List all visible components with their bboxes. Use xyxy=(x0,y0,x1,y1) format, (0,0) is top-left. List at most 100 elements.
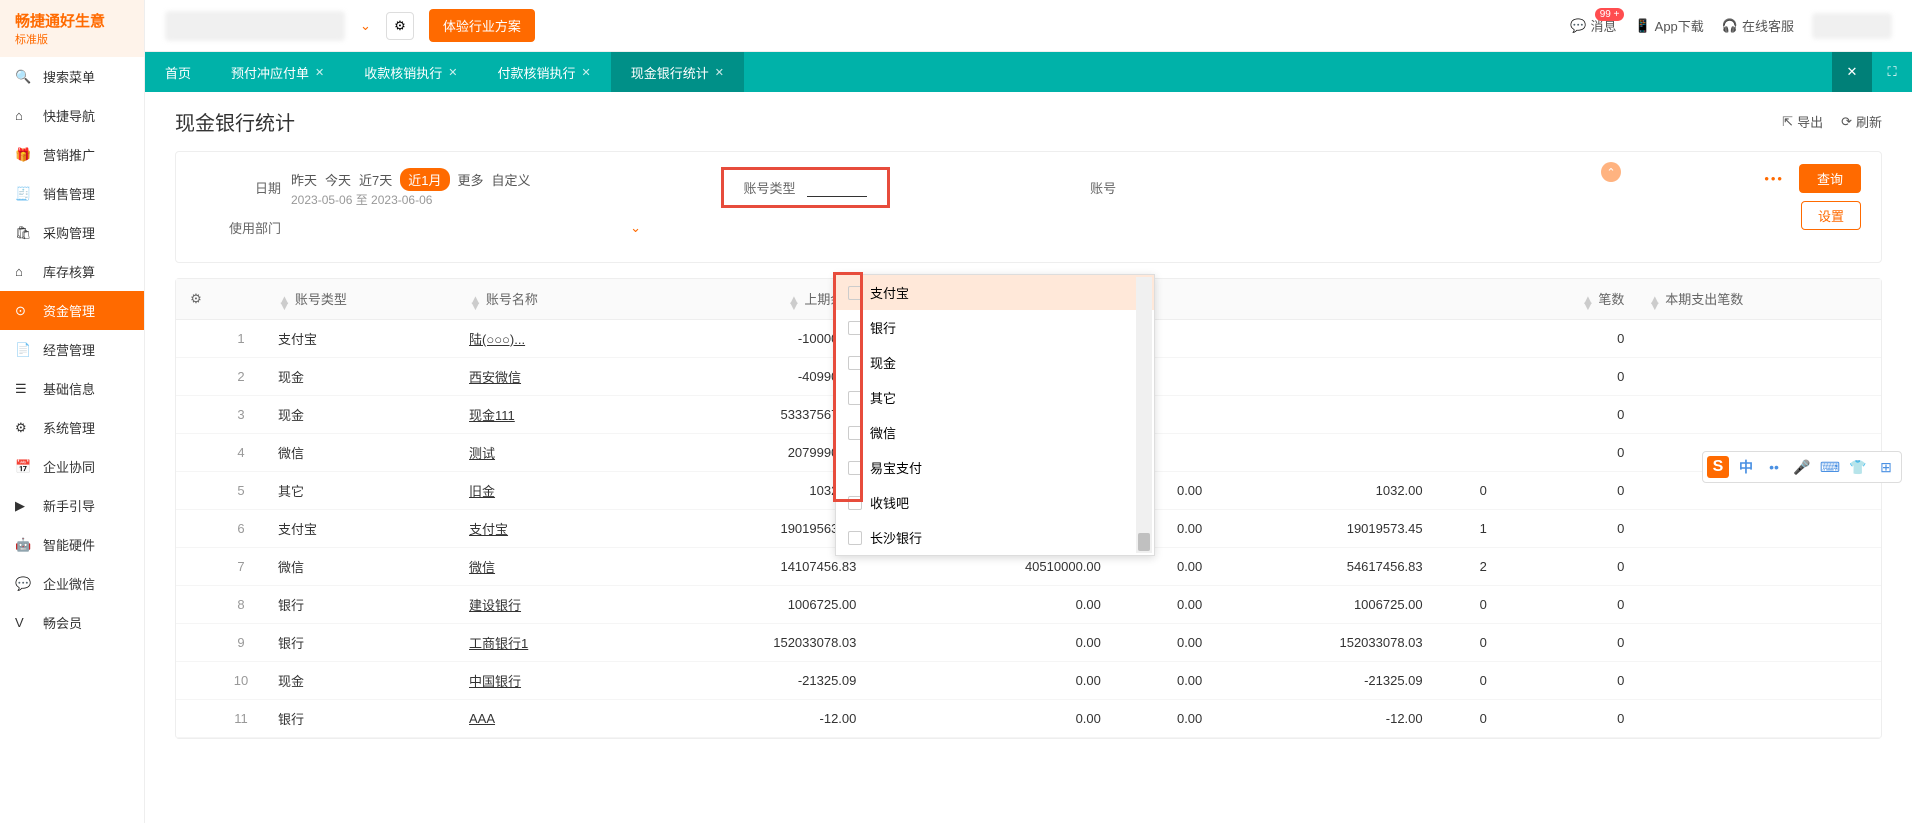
ime-skin-icon[interactable]: 👕 xyxy=(1847,456,1869,478)
checkbox[interactable] xyxy=(848,356,862,370)
sidebar-item-6[interactable]: ⊙资金管理 xyxy=(0,291,144,330)
account-name-link[interactable]: 支付宝 xyxy=(469,522,508,537)
account-name-link[interactable]: 工商银行1 xyxy=(469,636,528,651)
tab-4[interactable]: 现金银行统计✕ xyxy=(611,52,744,92)
refresh-button[interactable]: ⟳ 刷新 xyxy=(1841,112,1882,131)
page-title: 现金银行统计 xyxy=(175,107,295,136)
account-name-link[interactable]: 现金111 xyxy=(469,408,515,423)
sidebar-item-10[interactable]: 📅企业协同 xyxy=(0,447,144,486)
close-icon[interactable]: ✕ xyxy=(315,66,324,79)
table-header[interactable]: ▲▼账号名称 xyxy=(457,279,648,320)
date-option[interactable]: 昨天 xyxy=(291,170,317,189)
account-name-link[interactable]: AAA xyxy=(469,711,495,726)
account-name-link[interactable]: 旧金 xyxy=(469,484,495,499)
date-option[interactable]: 今天 xyxy=(325,170,351,189)
dept-select[interactable]: ⌄ xyxy=(291,220,641,236)
sidebar-item-11[interactable]: ▶新手引导 xyxy=(0,486,144,525)
ime-logo-icon[interactable]: S xyxy=(1707,456,1729,478)
settings-button[interactable]: 设置 xyxy=(1801,201,1861,230)
sort-icon[interactable]: ▲▼ xyxy=(1648,297,1661,309)
table-header[interactable]: ▲▼账号类型 xyxy=(266,279,457,320)
checkbox[interactable] xyxy=(848,391,862,405)
close-icon[interactable]: ✕ xyxy=(715,66,724,79)
close-icon[interactable]: ✕ xyxy=(448,66,457,79)
sidebar-item-13[interactable]: 💬企业微信 xyxy=(0,564,144,603)
ime-keyboard-icon[interactable]: ⌨ xyxy=(1819,456,1841,478)
date-option[interactable]: 近1月 xyxy=(400,168,449,191)
close-tab-icon[interactable]: ✕ xyxy=(1832,52,1872,92)
sidebar-item-7[interactable]: 📄经营管理 xyxy=(0,330,144,369)
account-type-filter[interactable]: 账号类型 xyxy=(721,167,891,208)
close-icon[interactable]: ✕ xyxy=(582,66,591,79)
date-option[interactable]: 更多 xyxy=(458,170,484,189)
table-header[interactable]: ▲▼笔数 xyxy=(1499,279,1637,320)
ime-lang-icon[interactable]: 中 xyxy=(1735,456,1757,478)
tab-3[interactable]: 付款核销执行✕ xyxy=(477,52,610,92)
account-name-link[interactable]: 微信 xyxy=(469,560,495,575)
messages-link[interactable]: 💬 消息 99 + xyxy=(1570,16,1616,35)
sort-icon[interactable]: ▲▼ xyxy=(469,297,482,309)
checkbox[interactable] xyxy=(848,286,862,300)
table-gear-header[interactable]: ⚙ xyxy=(176,279,216,320)
sidebar-item-4[interactable]: 🛍采购管理 xyxy=(0,213,144,252)
sidebar-item-5[interactable]: ⌂库存核算 xyxy=(0,252,144,291)
date-option[interactable]: 近7天 xyxy=(359,170,392,189)
checkbox[interactable] xyxy=(848,496,862,510)
user-menu[interactable] xyxy=(1812,13,1892,39)
dropdown-item[interactable]: 支付宝 xyxy=(836,275,1154,310)
settings-icon[interactable]: ⚙ xyxy=(386,12,414,40)
checkbox[interactable] xyxy=(848,426,862,440)
dropdown-item[interactable]: 收钱吧 xyxy=(836,485,1154,520)
fullscreen-icon[interactable]: ⛶ xyxy=(1872,52,1912,92)
sort-icon[interactable]: ▲▼ xyxy=(278,297,291,309)
checkbox[interactable] xyxy=(848,531,862,545)
ime-mic-icon[interactable]: 🎤 xyxy=(1791,456,1813,478)
org-selector[interactable] xyxy=(165,11,345,41)
date-option[interactable]: 自定义 xyxy=(492,170,531,189)
tab-0[interactable]: 首页 xyxy=(145,52,211,92)
account-name-link[interactable]: 西安微信 xyxy=(469,370,521,385)
date-range: 2023-05-06 至 2023-06-06 xyxy=(291,191,531,208)
app-download-link[interactable]: 📱 App下载 xyxy=(1634,16,1703,35)
sidebar-item-3[interactable]: 🧾销售管理 xyxy=(0,174,144,213)
dropdown-item[interactable]: 易宝支付 xyxy=(836,450,1154,485)
sidebar-item-2[interactable]: 🎁营销推广 xyxy=(0,135,144,174)
sidebar-item-8[interactable]: ☰基础信息 xyxy=(0,369,144,408)
ime-toolbox-icon[interactable]: ⊞ xyxy=(1875,456,1897,478)
industry-button[interactable]: 体验行业方案 xyxy=(429,9,535,42)
dropdown-item[interactable]: 其它 xyxy=(836,380,1154,415)
sidebar-item-9[interactable]: ⚙系统管理 xyxy=(0,408,144,447)
sort-icon[interactable]: ▲▼ xyxy=(1582,297,1595,309)
tab-1[interactable]: 预付冲应付单✕ xyxy=(211,52,344,92)
account-name-link[interactable]: 陆(○○○)... xyxy=(469,332,525,347)
checkbox[interactable] xyxy=(848,321,862,335)
account-name-link[interactable]: 建设银行 xyxy=(469,598,521,613)
ime-punct-icon[interactable]: •• xyxy=(1763,456,1785,478)
sidebar-item-1[interactable]: ⌂快捷导航 xyxy=(0,96,144,135)
scrollbar[interactable] xyxy=(1136,277,1152,553)
account-name-link[interactable]: 测试 xyxy=(469,446,495,461)
export-button[interactable]: ⇱ 导出 xyxy=(1782,112,1823,131)
account-type-input[interactable] xyxy=(807,181,867,197)
dropdown-item[interactable]: 银行 xyxy=(836,310,1154,345)
search-button[interactable]: 查询 xyxy=(1799,164,1861,193)
dropdown-item[interactable]: 现金 xyxy=(836,345,1154,380)
sidebar-item-0[interactable]: 🔍搜索菜单 xyxy=(0,57,144,96)
table-header[interactable] xyxy=(1214,279,1434,320)
service-link[interactable]: 🎧 在线客服 xyxy=(1722,16,1794,35)
more-icon[interactable]: ••• xyxy=(1764,171,1784,186)
table-header[interactable]: ▲▼本期支出笔数 xyxy=(1636,279,1881,320)
table-header[interactable] xyxy=(1435,279,1499,320)
ime-toolbar[interactable]: S 中 •• 🎤 ⌨ 👕 ⊞ xyxy=(1702,451,1902,483)
tab-2[interactable]: 收款核销执行✕ xyxy=(344,52,477,92)
sidebar-item-14[interactable]: V畅会员 xyxy=(0,603,144,642)
sidebar-item-12[interactable]: 🤖智能硬件 xyxy=(0,525,144,564)
chevron-down-icon[interactable]: ⌄ xyxy=(360,18,371,34)
bag-icon: 🛍 xyxy=(15,225,33,241)
checkbox[interactable] xyxy=(848,461,862,475)
account-name-link[interactable]: 中国银行 xyxy=(469,674,521,689)
dropdown-item[interactable]: 微信 xyxy=(836,415,1154,450)
collapse-icon[interactable]: ⌃ xyxy=(1601,162,1621,182)
dropdown-item[interactable]: 长沙银行 xyxy=(836,520,1154,555)
sort-icon[interactable]: ▲▼ xyxy=(788,297,801,309)
